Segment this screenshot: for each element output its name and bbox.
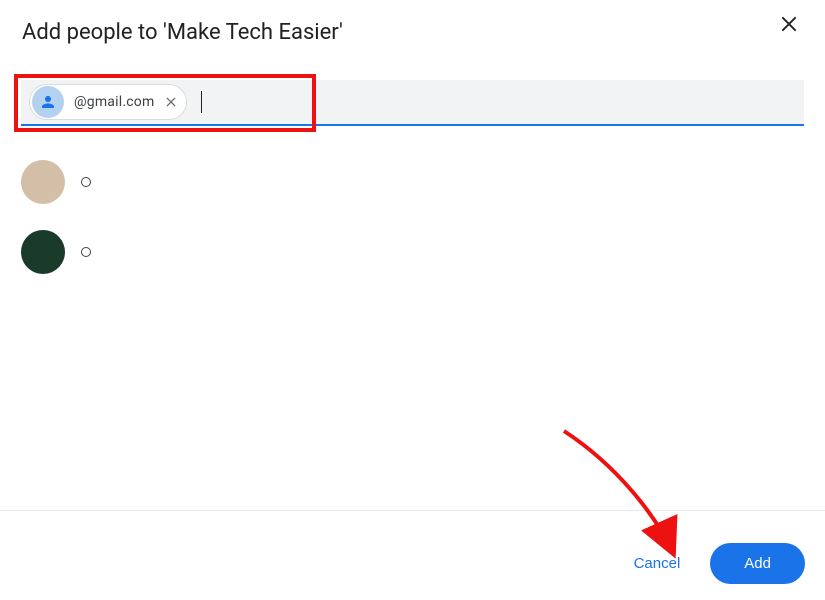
suggestion-row[interactable] (21, 160, 91, 204)
add-button[interactable]: Add (710, 543, 805, 584)
person-icon (32, 86, 64, 118)
people-input[interactable]: @gmail.com (21, 80, 804, 126)
add-people-dialog: Add people to 'Make Tech Easier' @gmail.… (0, 0, 825, 600)
close-icon (164, 95, 178, 109)
suggestion-list (21, 160, 91, 300)
close-icon (779, 14, 799, 34)
avatar (21, 230, 65, 274)
suggestion-row[interactable] (21, 230, 91, 274)
close-button[interactable] (775, 10, 803, 38)
people-text-input[interactable] (202, 84, 796, 120)
chip-text: @gmail.com (74, 94, 154, 110)
dialog-footer: Cancel Add (626, 543, 805, 584)
status-indicator-icon (81, 247, 91, 257)
footer-divider (0, 510, 825, 511)
contact-chip[interactable]: @gmail.com (29, 84, 187, 120)
chip-remove-button[interactable] (162, 93, 180, 111)
status-indicator-icon (81, 177, 91, 187)
cancel-button[interactable]: Cancel (626, 545, 689, 582)
avatar (21, 160, 65, 204)
dialog-title: Add people to 'Make Tech Easier' (22, 20, 343, 45)
